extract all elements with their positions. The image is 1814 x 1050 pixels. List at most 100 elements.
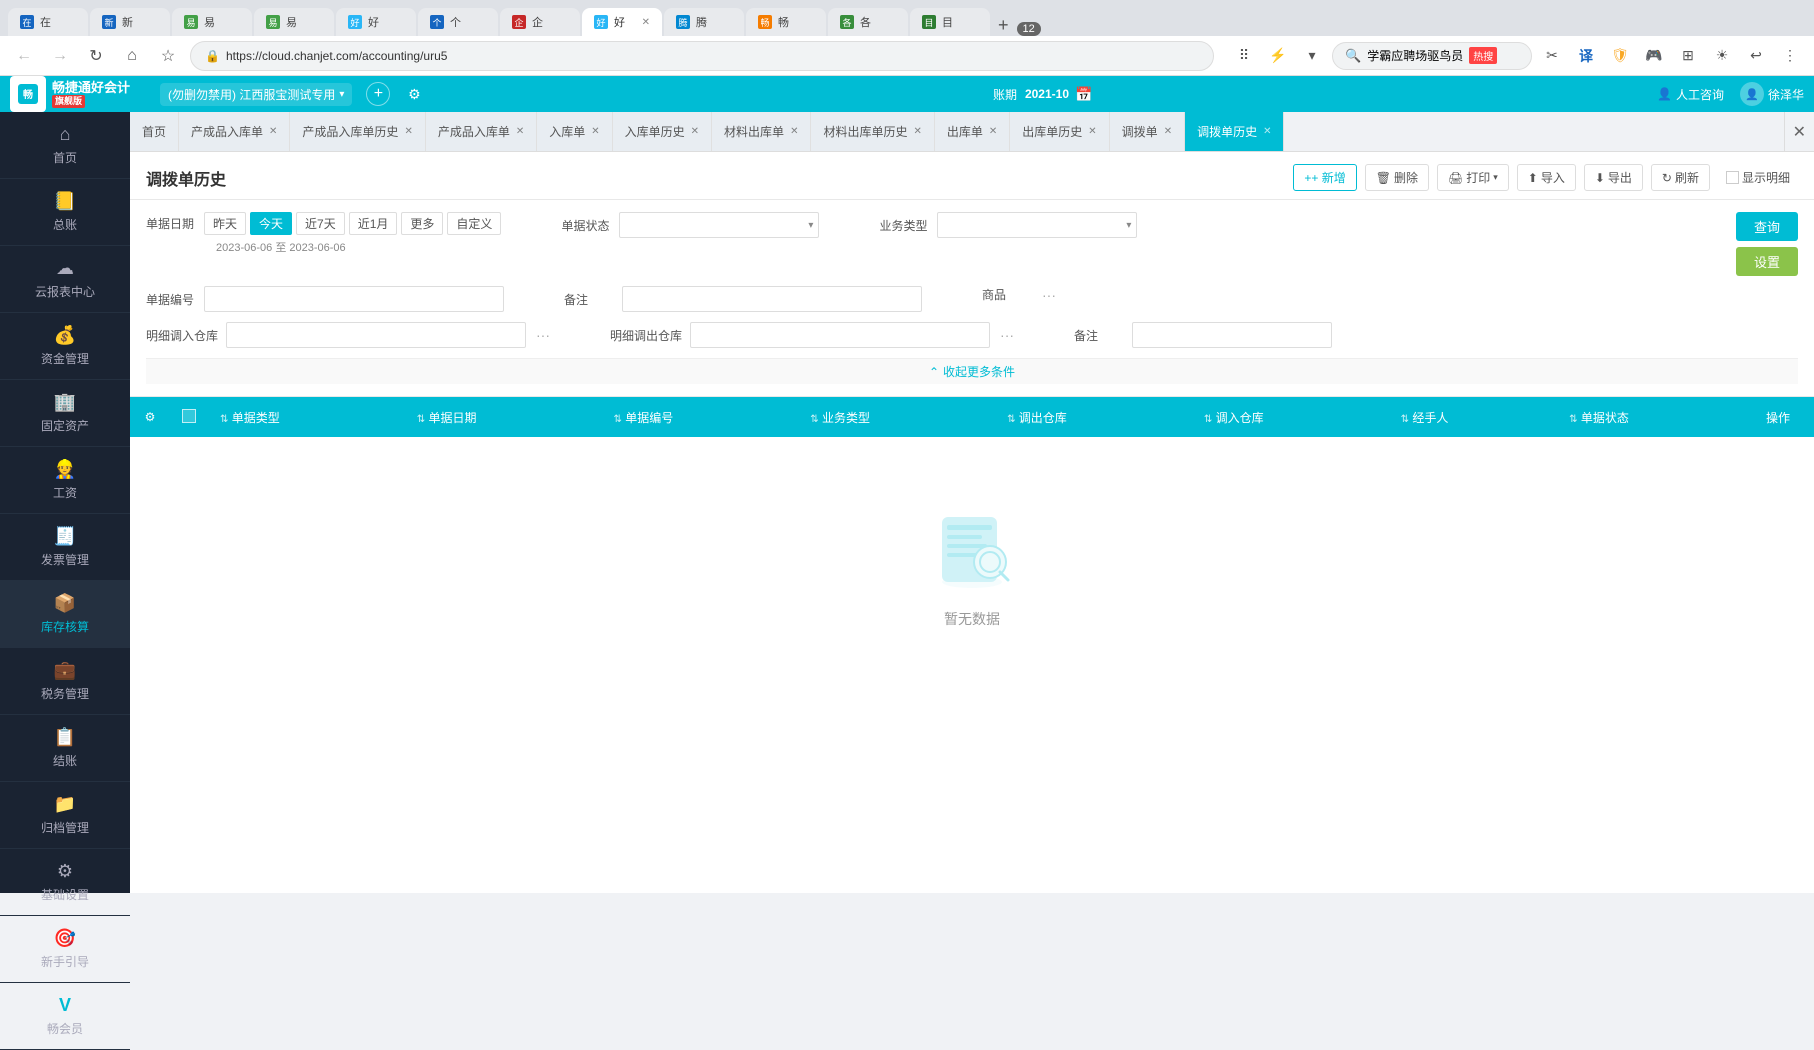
app-tab-material-out-hist-close[interactable]: ✕ [913,126,921,137]
sidebar-item-funds[interactable]: 💰 资金管理 [0,313,130,380]
new-tab-button[interactable]: + [992,15,1015,36]
th-doc-date[interactable]: ⇅ 单据日期 [405,397,602,437]
app-tab-transfer[interactable]: 调拨单 ✕ [1110,112,1185,152]
browser-tab-7[interactable]: 企 企 [500,8,580,36]
address-bar[interactable]: 🔒 https://cloud.chanjet.com/accounting/u… [190,41,1214,71]
back-button[interactable]: ← [10,42,38,70]
game-button[interactable]: 🎮 [1640,42,1668,70]
browser-tab-3[interactable]: 易 易 [172,8,252,36]
home-button[interactable]: ⌂ [118,42,146,70]
app-tab-product-inbound2[interactable]: 产成品入库单 ✕ [426,112,537,152]
collapse-button[interactable]: ⌃ 收起更多条件 [146,358,1798,384]
status-select[interactable] [619,212,819,238]
1month-button[interactable]: 近1月 [349,212,398,235]
7days-button[interactable]: 近7天 [296,212,345,235]
settings-icon-button[interactable]: ⚙ [400,80,428,108]
detail-in-dots[interactable]: ··· [536,327,550,343]
sidebar-item-payroll[interactable]: 👷 工资 [0,447,130,514]
th-doc-status[interactable]: ⇅ 单据状态 [1557,397,1754,437]
th-handler[interactable]: ⇅ 经手人 [1389,397,1558,437]
app-tab-inbound-hist-close[interactable]: ✕ [691,126,699,137]
sidebar-item-vip[interactable]: V 畅会员 [0,983,130,1050]
delete-button[interactable]: 🗑 删除 [1365,164,1429,191]
th-in-warehouse[interactable]: ⇅ 调入仓库 [1192,397,1389,437]
close-all-tabs-button[interactable]: ✕ [1784,112,1814,152]
th-out-warehouse[interactable]: ⇅ 调出仓库 [995,397,1192,437]
app-tab-outbound-hist-close[interactable]: ✕ [1088,126,1096,137]
yesterday-button[interactable]: 昨天 [204,212,246,235]
app-tab-product-inbound-close[interactable]: ✕ [269,126,277,137]
bookmark-button[interactable]: ☆ [154,42,182,70]
sidebar-item-fixed-assets[interactable]: 🏢 固定资产 [0,380,130,447]
th-gear[interactable]: ⚙ [130,397,170,437]
app-tab-outbound-hist[interactable]: 出库单历史 ✕ [1010,112,1109,152]
app-tab-material-out[interactable]: 材料出库单 ✕ [712,112,811,152]
app-tab-transfer-hist[interactable]: 调拨单历史 ✕ [1185,112,1284,152]
app-tab-material-out-close[interactable]: ✕ [790,126,798,137]
select-all-checkbox[interactable] [182,409,196,423]
biz-type-select-wrap[interactable] [937,212,1137,238]
scissors-button[interactable]: ✂ [1538,42,1566,70]
th-checkbox[interactable] [170,397,208,437]
today-button[interactable]: 今天 [250,212,292,235]
app-tab-outbound-close[interactable]: ✕ [989,126,997,137]
show-cols-toggle[interactable]: 显示明细 [1718,165,1798,190]
browser-tab-6[interactable]: 个 个 [418,8,498,36]
sidebar-item-cloud-reports[interactable]: ☁ 云报表中心 [0,246,130,313]
doc-no-input[interactable] [204,286,504,312]
browser-tab-close-8[interactable]: ✕ [642,17,650,28]
browser-tab-2[interactable]: 新 新 [90,8,170,36]
search-bar[interactable]: 🔍 学霸应聘场驱鸟员 热搜 [1332,42,1532,70]
print-button[interactable]: 🖨 打印 ▾ [1437,164,1509,191]
app-tab-material-out-hist[interactable]: 材料出库单历史 ✕ [811,112,934,152]
theme-button[interactable]: ☀ [1708,42,1736,70]
browser-tab-1[interactable]: 在 在 [8,8,88,36]
sidebar-item-settings[interactable]: ⚙ 基础设置 [0,849,130,916]
detail-in-input[interactable] [226,322,526,348]
th-biz-type[interactable]: ⇅ 业务类型 [798,397,995,437]
app-tab-inbound-close[interactable]: ✕ [591,126,599,137]
browser-tab-10[interactable]: 畅 畅 [746,8,826,36]
refresh-button-page[interactable]: ↻ 刷新 [1651,164,1710,191]
app-tab-transfer-close[interactable]: ✕ [1164,126,1172,137]
forward-button[interactable]: → [46,42,74,70]
detail-remark-input[interactable] [1132,322,1332,348]
browser-tab-9[interactable]: 腾 腾 [664,8,744,36]
undo-button[interactable]: ↩ [1742,42,1770,70]
sidebar-item-invoice[interactable]: 🧾 发票管理 [0,514,130,581]
app-tab-product-inbound-hist[interactable]: 产成品入库单历史 ✕ [290,112,425,152]
sidebar-item-ledger[interactable]: 📒 总账 [0,179,130,246]
extensions-button[interactable]: ⠿ [1230,42,1258,70]
goods-dots[interactable]: ··· [1042,287,1056,303]
service-button[interactable]: 👤 人工咨询 [1657,86,1724,103]
import-button[interactable]: ⬆ 导入 [1517,164,1576,191]
app-tab-home[interactable]: 首页 [130,112,179,152]
app-tab-product-inbound[interactable]: 产成品入库单 ✕ [179,112,290,152]
detail-out-dots[interactable]: ··· [1000,327,1014,343]
dropdown-button[interactable]: ▾ [1298,42,1326,70]
th-doc-no[interactable]: ⇅ 单据编号 [602,397,799,437]
shield-button[interactable]: 🛡 [1606,42,1634,70]
new-button[interactable]: + + 新增 [1293,164,1356,191]
lightning-button[interactable]: ⚡ [1264,42,1292,70]
sidebar-item-tax[interactable]: 💼 税务管理 [0,648,130,715]
browser-tab-5[interactable]: 好 好 [336,8,416,36]
browser-tab-4[interactable]: 易 易 [254,8,334,36]
gear-icon[interactable]: ⚙ [145,410,156,424]
query-button[interactable]: 查询 [1736,212,1798,241]
period-selector[interactable]: 账期 2021-10 📅 [993,86,1093,103]
app-tab-outbound[interactable]: 出库单 ✕ [935,112,1010,152]
user-profile[interactable]: 👤 徐泽华 [1740,82,1804,106]
app-tab-inbound-hist[interactable]: 入库单历史 ✕ [613,112,712,152]
account-selector[interactable]: (勿删勿禁用) 江西服宝测试专用 ▾ [160,83,352,106]
refresh-button[interactable]: ↻ [82,42,110,70]
detail-out-input[interactable] [690,322,990,348]
browser-tab-11[interactable]: 各 各 [828,8,908,36]
browser-tab-8-active[interactable]: 好 好 ✕ [582,8,662,36]
remark-input[interactable] [622,286,922,312]
custom-date-button[interactable]: 自定义 [447,212,501,235]
sidebar-item-home[interactable]: ⌂ 首页 [0,112,130,179]
app-tab-transfer-hist-close[interactable]: ✕ [1263,126,1271,137]
sidebar-item-close-accounts[interactable]: 📋 结账 [0,715,130,782]
status-select-wrap[interactable] [619,212,819,238]
